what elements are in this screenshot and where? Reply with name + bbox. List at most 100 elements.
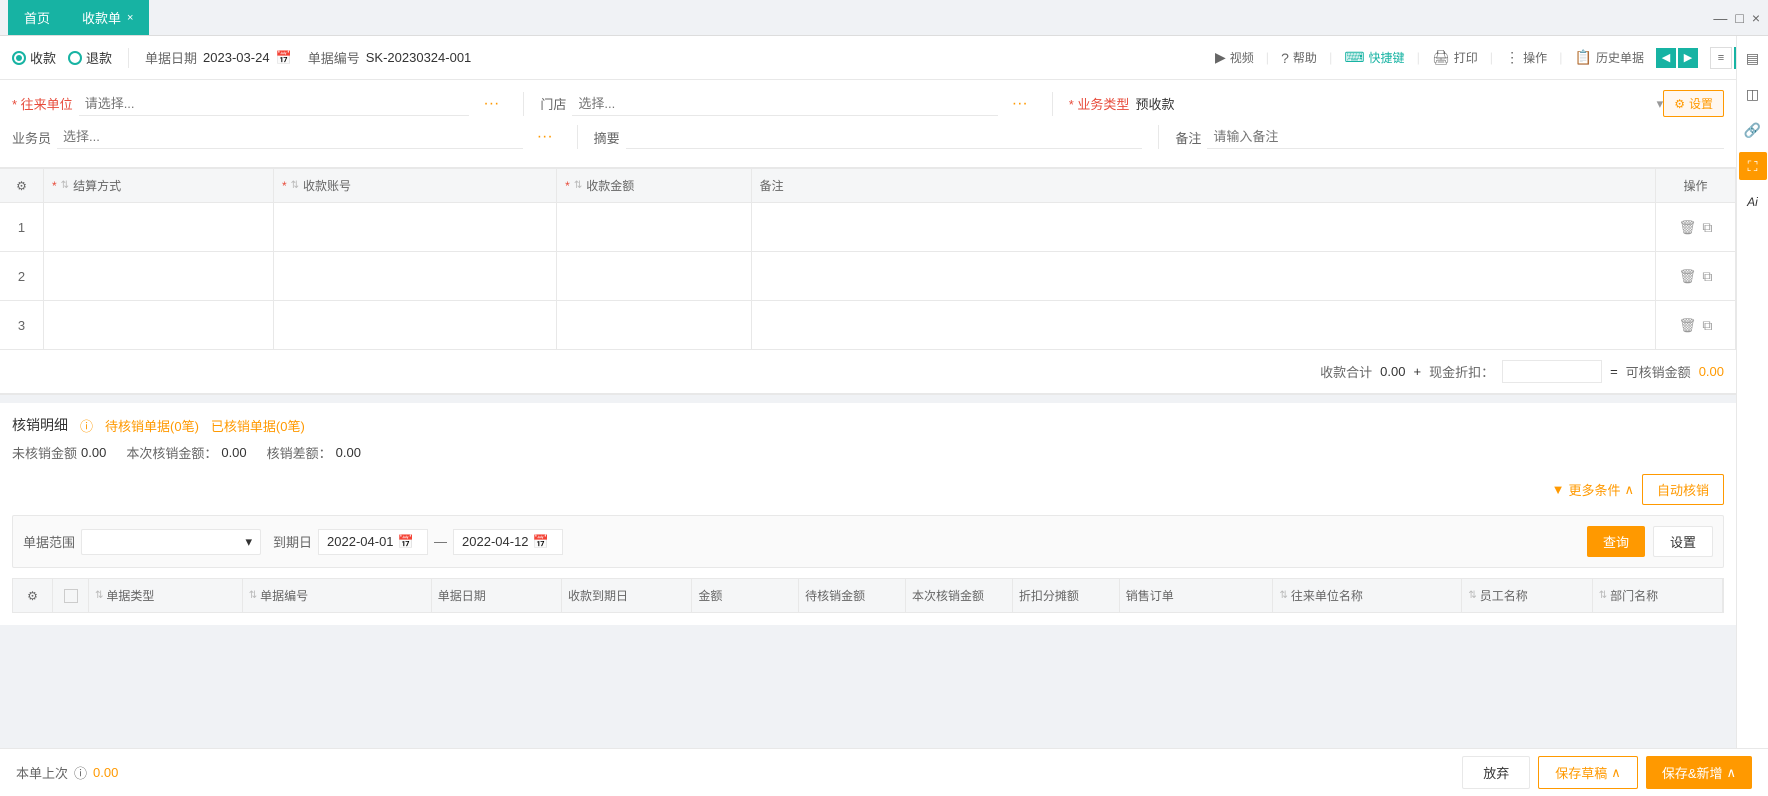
save-new-button[interactable]: 保存&新增 ∧ (1646, 756, 1752, 789)
staff-field: 业务员 ··· (12, 125, 561, 149)
delete-row-icon-3[interactable]: 🗑 (1679, 317, 1697, 334)
sec-th-staff-label: 员工名称 (1480, 587, 1528, 604)
partner-input[interactable] (79, 92, 470, 116)
rp-expand-icon[interactable]: ⛶ (1739, 152, 1767, 180)
delete-row-icon-2[interactable]: 🗑 (1679, 268, 1697, 285)
store-more-icon[interactable]: ··· (1004, 95, 1036, 113)
td-account-2[interactable] (274, 252, 557, 300)
help-icon: ? (1281, 50, 1289, 66)
toolbar-divider-1 (128, 48, 129, 68)
range-select[interactable]: ▾ (81, 529, 261, 555)
radio-refund[interactable]: 退款 (68, 48, 112, 67)
query-setting-button[interactable]: 设置 (1653, 526, 1713, 557)
rp-table-icon[interactable]: ▤ (1739, 44, 1767, 72)
radio-receipt[interactable]: 收款 (12, 48, 56, 67)
doc-date-value[interactable]: 2023-03-24 (203, 50, 270, 65)
help-btn[interactable]: ? 帮助 (1281, 49, 1317, 66)
summary-input[interactable] (626, 125, 1143, 149)
query-button[interactable]: 查询 (1587, 526, 1645, 557)
td-settlement-3[interactable] (44, 301, 274, 349)
store-input[interactable] (572, 92, 997, 116)
staff-more-icon[interactable]: ··· (529, 128, 561, 146)
date-to-field[interactable]: 2022-04-12 📅 (453, 529, 563, 555)
td-settlement-2[interactable] (44, 252, 274, 300)
copy-row-icon-2[interactable]: ⧉ (1702, 268, 1712, 285)
sec-th-curverify-label: 本次核销金额 (912, 587, 984, 604)
tab-home[interactable]: 首页 (8, 0, 66, 35)
window-minimize-icon[interactable]: — (1713, 10, 1727, 26)
td-amount-1[interactable] (557, 203, 751, 251)
tab-close-icon[interactable]: × (127, 12, 133, 24)
td-account-1[interactable] (274, 203, 557, 251)
save-draft-chevron-icon[interactable]: ∧ (1611, 765, 1621, 781)
table-row: 3 🗑 ⧉ (0, 301, 1736, 350)
date-from-calendar-icon[interactable]: 📅 (398, 534, 414, 550)
print-btn[interactable]: 🖨 打印 (1432, 49, 1478, 66)
delete-row-icon-1[interactable]: 🗑 (1679, 219, 1697, 236)
auto-verify-btn[interactable]: 自动核销 (1642, 474, 1724, 505)
nav-next-arrow[interactable]: ▶ (1678, 48, 1698, 68)
video-btn[interactable]: ▶ 视频 (1215, 49, 1254, 66)
calendar-icon[interactable]: 📅 (276, 50, 292, 66)
discount-input[interactable] (1502, 360, 1602, 383)
rp-ai-icon[interactable]: Ai (1739, 188, 1767, 216)
operation-btn[interactable]: ⋮ 操作 (1505, 49, 1547, 66)
td-remark-2[interactable] (752, 252, 1656, 300)
query-row: 单据范围 ▾ 到期日 2022-04-01 📅 — 2022-04-12 📅 (12, 515, 1724, 568)
save-draft-button[interactable]: 保存草稿 ∧ (1538, 756, 1638, 789)
sum-label: 收款合计 (1320, 362, 1372, 381)
doc-num-value[interactable]: SK-20230324-001 (366, 50, 472, 65)
date-from-field[interactable]: 2022-04-01 📅 (318, 529, 428, 555)
setting-button[interactable]: ⚙ 设置 (1663, 90, 1724, 117)
select-all-checkbox[interactable] (64, 589, 78, 603)
date-range-field: 到期日 2022-04-01 📅 — 2022-04-12 📅 (273, 529, 563, 555)
verify-tab-done[interactable]: 已核销单据(0笔) (211, 416, 305, 435)
td-amount-2[interactable] (557, 252, 751, 300)
sec-th-saleorder: 销售订单 (1120, 579, 1274, 612)
th-gear[interactable]: ⚙ (0, 169, 44, 202)
save-new-chevron-icon[interactable]: ∧ (1726, 765, 1736, 781)
window-close-icon[interactable]: × (1752, 10, 1760, 26)
rp-link-icon[interactable]: 🔗 (1739, 116, 1767, 144)
business-type-field: 业务类型 预收款 ▾ (1069, 94, 1663, 113)
history-btn[interactable]: 📋 历史单据 (1575, 49, 1644, 66)
gear-icon: ⚙ (1674, 97, 1685, 111)
available-label: 可核销金额 (1626, 362, 1691, 381)
note-input[interactable] (1207, 125, 1724, 149)
sort-icon-type: ⇅ (95, 590, 103, 601)
table-row: 1 🗑 ⧉ (0, 203, 1736, 252)
verify-info-icon[interactable]: ⓘ (80, 416, 93, 435)
list-layout-icon[interactable]: ≡ (1710, 47, 1732, 69)
td-settlement-1[interactable] (44, 203, 274, 251)
window-maximize-icon[interactable]: □ (1735, 10, 1743, 26)
ai-label: Ai (1747, 195, 1758, 209)
copy-row-icon-3[interactable]: ⧉ (1702, 317, 1712, 334)
date-to-calendar-icon[interactable]: 📅 (533, 534, 549, 550)
abandon-button[interactable]: 放弃 (1462, 756, 1530, 789)
staff-input[interactable] (57, 125, 523, 149)
sec-th-check[interactable] (53, 579, 89, 612)
tab-receipt[interactable]: 收款单 × (66, 0, 149, 35)
more-filter-btn[interactable]: ▼ 更多条件 ∧ (1552, 480, 1634, 499)
operation-label: 操作 (1523, 49, 1547, 66)
bottom-bar: 本单上次 ⓘ 0.00 放弃 保存草稿 ∧ 保存&新增 ∧ (0, 748, 1768, 796)
history-icon: 📋 (1575, 49, 1592, 66)
td-account-3[interactable] (274, 301, 557, 349)
main-content: 往来单位 ··· 门店 ··· 业务类型 预收款 ▾ ⚙ 设置 (0, 80, 1736, 792)
td-remark-3[interactable] (752, 301, 1656, 349)
table-footer: 收款合计 0.00 + 现金折扣： = 可核销金额 0.00 (0, 350, 1736, 395)
print-label: 打印 (1454, 49, 1478, 66)
td-amount-3[interactable] (557, 301, 751, 349)
nav-prev-arrow[interactable]: ◀ (1656, 48, 1676, 68)
partner-more-icon[interactable]: ··· (475, 95, 507, 113)
plus-icon: + (1413, 364, 1421, 379)
rp-form-icon[interactable]: ◫ (1739, 80, 1767, 108)
receipt-type-group: 收款 退款 (12, 48, 112, 67)
verify-tab-pending[interactable]: 待核销单据(0笔) (105, 416, 199, 435)
equals-icon: = (1610, 364, 1618, 379)
shortcut-btn[interactable]: ⌨ 快捷键 (1344, 49, 1404, 66)
sec-th-gear[interactable]: ⚙ (13, 579, 53, 612)
copy-row-icon-1[interactable]: ⧉ (1702, 219, 1712, 236)
note-field: 备注 (1175, 125, 1724, 149)
td-remark-1[interactable] (752, 203, 1656, 251)
